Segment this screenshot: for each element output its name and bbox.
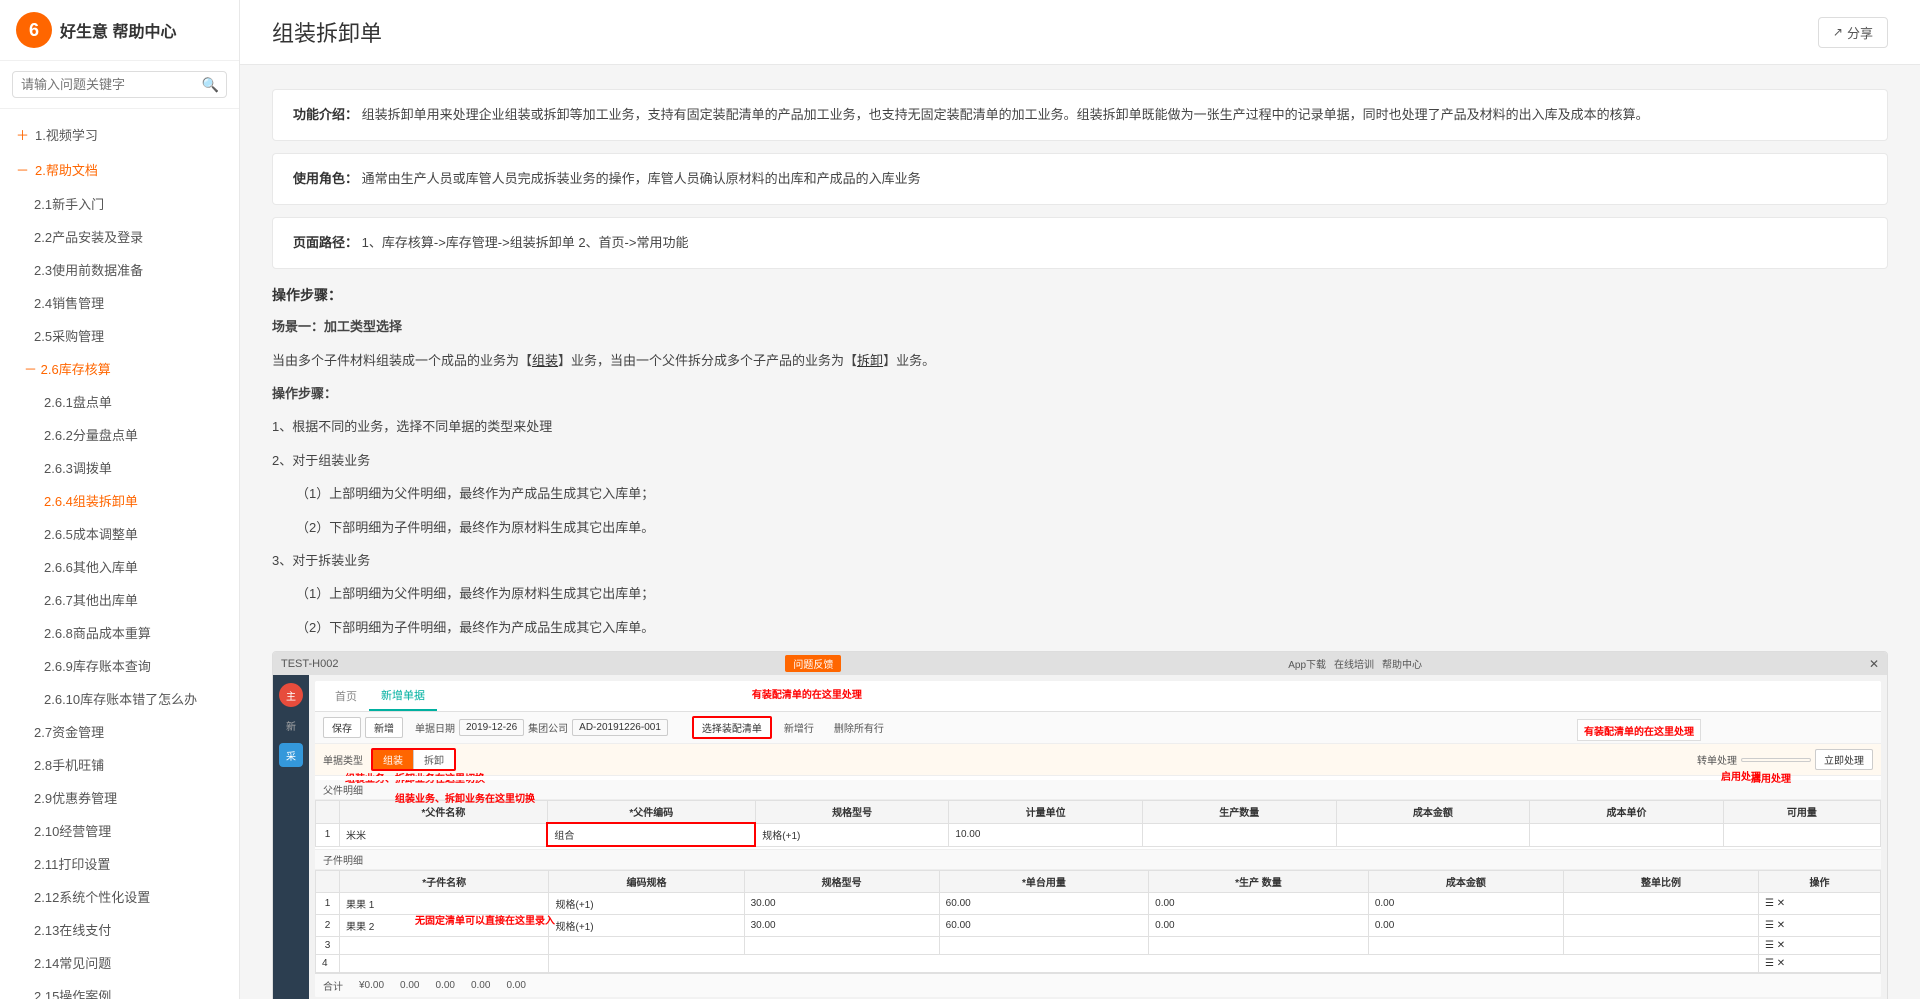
screenshot-tabs: 首页 新增单据 bbox=[315, 681, 1881, 712]
search-box: 🔍 bbox=[0, 61, 239, 109]
sidebar-item-personalize[interactable]: 2.12系统个性化设置 bbox=[0, 880, 239, 913]
sidebar: 6 好生意 帮助中心 🔍 ＋ 1.视频学习 － 2.帮助文档 2.1新手入门 bbox=[0, 0, 240, 999]
ss-footer: 合计 ¥0.00 0.00 0.00 0.00 0.00 bbox=[315, 973, 1881, 997]
path-text: 1、库存核算->库存管理->组装拆卸单 2、首页->常用功能 bbox=[362, 235, 689, 250]
ss-parent-table: *父件名称 *父件编码 规格型号 计量单位 生产数量 成本金额 成本单价 可用量 bbox=[315, 800, 1881, 847]
sidebar-item-other-out[interactable]: 2.6.7其他出库单 bbox=[0, 583, 239, 616]
sidebar-item-online-pay[interactable]: 2.13在线支付 bbox=[0, 913, 239, 946]
ops-steps-title: 操作步骤： bbox=[272, 382, 1888, 405]
ops-title: 操作步骤： bbox=[272, 285, 1888, 305]
path-label: 页面路径： bbox=[293, 235, 358, 250]
sidebar-item-newbie[interactable]: 2.1新手入门 bbox=[0, 187, 239, 220]
page-title: 组装拆卸单 bbox=[272, 16, 382, 48]
sidebar-item-mobile[interactable]: 2.8手机旺铺 bbox=[0, 748, 239, 781]
sidebar-item-case[interactable]: 2.15操作案例 bbox=[0, 979, 239, 999]
logo-icon: 6 bbox=[16, 12, 52, 48]
content-area: 功能介绍： 组装拆卸单用来处理企业组装或拆卸等加工业务，支持有固定装配清单的产品… bbox=[240, 65, 1920, 999]
annotation-overlay-2: 组装业务、拆卸业务在这里切换 bbox=[395, 789, 535, 805]
ss-btn-confirm: 立即处理 bbox=[1815, 749, 1873, 770]
sidebar-item-install[interactable]: 2.2产品安装及登录 bbox=[0, 220, 239, 253]
sidebar-item-sales[interactable]: 2.4销售管理 bbox=[0, 286, 239, 319]
sidebar-item-coupon[interactable]: 2.9优惠券管理 bbox=[0, 781, 239, 814]
sidebar-label: 2.帮助文档 bbox=[35, 160, 98, 179]
role-text: 通常由生产人员或库管人员完成拆装业务的操作，库管人员确认原材料的出库和产成品的入… bbox=[362, 171, 921, 186]
function-intro-text: 组装拆卸单用来处理企业组装或拆卸等加工业务，支持有固定装配清单的产品加工业务，也… bbox=[362, 107, 1649, 122]
minus-icon-small: － bbox=[24, 362, 37, 377]
path-block: 页面路径： 1、库存核算->库存管理->组装拆卸单 2、首页->常用功能 bbox=[272, 217, 1888, 269]
topbar: 组装拆卸单 ↗ 分享 bbox=[240, 0, 1920, 65]
sidebar-item-ops[interactable]: 2.10经营管理 bbox=[0, 814, 239, 847]
step-3-1: （1）上部明细为父件明细，最终作为原材料生成其它出库单； bbox=[272, 582, 1888, 605]
step-2-1: （1）上部明细为父件明细，最终作为产成品生成其它入库单； bbox=[272, 482, 1888, 505]
scene1-title: 场景一：加工类型选择 bbox=[272, 315, 1888, 338]
screenshot-container: TEST-H002 问题反馈 App下载 在线培训 帮助中心 ✕ 主 新 采 bbox=[272, 651, 1888, 999]
search-icon[interactable]: 🔍 bbox=[202, 76, 219, 93]
sidebar-item-ledger-query[interactable]: 2.6.9库存账本查询 bbox=[0, 649, 239, 682]
annotation-assembly: 有装配清单的在这里处理 bbox=[752, 686, 862, 701]
step-2-2: （2）下部明细为子件明细，最终作为原材料生成其它出库单。 bbox=[272, 516, 1888, 539]
ss-btn-save: 保存 bbox=[323, 717, 361, 738]
sidebar-item-help-docs[interactable]: － 2.帮助文档 bbox=[0, 152, 239, 187]
annotation-overlay-4: 无固定清单可以直接在这里录入 bbox=[415, 911, 555, 927]
step-3: 3、对于拆装业务 bbox=[272, 549, 1888, 572]
sidebar-header: 6 好生意 帮助中心 bbox=[0, 0, 239, 61]
share-button[interactable]: ↗ 分享 bbox=[1818, 17, 1888, 48]
step-3-2: （2）下部明细为子件明细，最终作为产成品生成其它入库单。 bbox=[272, 616, 1888, 639]
steps-area: 操作步骤： 场景一：加工类型选择 当由多个子件材料组装成一个成品的业务为【组装】… bbox=[272, 285, 1888, 639]
sidebar-sub-items: 2.1新手入门 2.2产品安装及登录 2.3使用前数据准备 2.4销售管理 2.… bbox=[0, 187, 239, 999]
sidebar-item-data-prep[interactable]: 2.3使用前数据准备 bbox=[0, 253, 239, 286]
ops-steps-label: 操作步骤： bbox=[272, 386, 337, 401]
sidebar-item-partial-count[interactable]: 2.6.2分量盘点单 bbox=[0, 418, 239, 451]
scene1-title-text: 场景一：加工类型选择 bbox=[272, 319, 402, 334]
function-intro-label: 功能介绍： bbox=[293, 107, 358, 122]
nav-section-1: ＋ 1.视频学习 bbox=[0, 117, 239, 152]
ss-btn-assembly-list: 选择装配清单 bbox=[692, 716, 772, 739]
sidebar-item-cost-adj[interactable]: 2.6.5成本调整单 bbox=[0, 517, 239, 550]
sidebar-label: 1.视频学习 bbox=[35, 125, 98, 144]
annotation-overlay-1: 有装配清单的在这里处理 bbox=[1577, 719, 1701, 741]
role-label: 使用角色： bbox=[293, 171, 358, 186]
scene1-desc-text: 当由多个子件材料组装成一个成品的业务为【组装】业务，当由一个父件拆分成多个子产品… bbox=[272, 353, 935, 368]
sidebar-item-ledger-fix[interactable]: 2.6.10库存账本错了怎么办 bbox=[0, 682, 239, 715]
share-icon: ↗ bbox=[1833, 25, 1843, 39]
sidebar-item-finance[interactable]: 2.7资金管理 bbox=[0, 715, 239, 748]
ss-type-selector: 组装 拆卸 bbox=[371, 748, 456, 771]
screenshot-left-nav: 主 新 采 bbox=[273, 675, 309, 999]
scene1-desc: 当由多个子件材料组装成一个成品的业务为【组装】业务，当由一个父件拆分成多个子产品… bbox=[272, 349, 1888, 372]
sidebar-item-purchase[interactable]: 2.5采购管理 bbox=[0, 319, 239, 352]
screenshot-chrome-bar: TEST-H002 问题反馈 App下载 在线培训 帮助中心 ✕ bbox=[273, 652, 1887, 675]
sidebar-item-assembly[interactable]: 2.6.4组装拆卸单 bbox=[0, 484, 239, 517]
function-intro-block: 功能介绍： 组装拆卸单用来处理企业组装或拆卸等加工业务，支持有固定装配清单的产品… bbox=[272, 89, 1888, 141]
ss-btn-new: 新增 bbox=[365, 717, 403, 738]
minus-icon: － bbox=[16, 160, 29, 179]
role-block: 使用角色： 通常由生产人员或库管人员完成拆装业务的操作，库管人员确认原材料的出库… bbox=[272, 153, 1888, 205]
main-content: 组装拆卸单 ↗ 分享 功能介绍： 组装拆卸单用来处理企业组装或拆卸等加工业务，支… bbox=[240, 0, 1920, 999]
plus-icon: ＋ bbox=[16, 125, 29, 144]
sidebar-item-faq[interactable]: 2.14常见问题 bbox=[0, 946, 239, 979]
sidebar-item-video[interactable]: ＋ 1.视频学习 bbox=[0, 117, 239, 152]
sidebar-item-stocktake[interactable]: 2.6.1盘点单 bbox=[0, 385, 239, 418]
sidebar-item-inventory[interactable]: － 2.6库存核算 bbox=[0, 352, 239, 385]
screenshot-body: 主 新 采 首页 新增单据 保存 新增 单据日期 bbox=[273, 675, 1887, 999]
sidebar-item-transfer[interactable]: 2.6.3调拨单 bbox=[0, 451, 239, 484]
nav-section-2: － 2.帮助文档 2.1新手入门 2.2产品安装及登录 2.3使用前数据准备 2… bbox=[0, 152, 239, 999]
app-name: 好生意 帮助中心 bbox=[60, 18, 176, 42]
sidebar-nav: ＋ 1.视频学习 － 2.帮助文档 2.1新手入门 2.2产品安装及登录 2.3… bbox=[0, 109, 239, 999]
step-2: 2、对于组装业务 bbox=[272, 449, 1888, 472]
step-1: 1、根据不同的业务，选择不同单据的类型来处理 bbox=[272, 415, 1888, 438]
search-input[interactable] bbox=[12, 71, 227, 98]
sidebar-item-print[interactable]: 2.11打印设置 bbox=[0, 847, 239, 880]
annotation-overlay-3: 启用处理 bbox=[1751, 769, 1791, 785]
screenshot-main-area: 首页 新增单据 保存 新增 单据日期 2019-12-26 集团公司 AD-20… bbox=[315, 681, 1881, 997]
screenshot-top-btn: 问题反馈 bbox=[785, 655, 841, 672]
sidebar-item-cost-recalc[interactable]: 2.6.8商品成本重算 bbox=[0, 616, 239, 649]
screenshot-type-row: 单据类型 组装 拆卸 组装业务、拆卸业务在这里切换 转单处理 立即处理 bbox=[315, 744, 1881, 776]
screenshot-close-icon: ✕ bbox=[1869, 657, 1879, 671]
sidebar-item-other-in[interactable]: 2.6.6其他入库单 bbox=[0, 550, 239, 583]
